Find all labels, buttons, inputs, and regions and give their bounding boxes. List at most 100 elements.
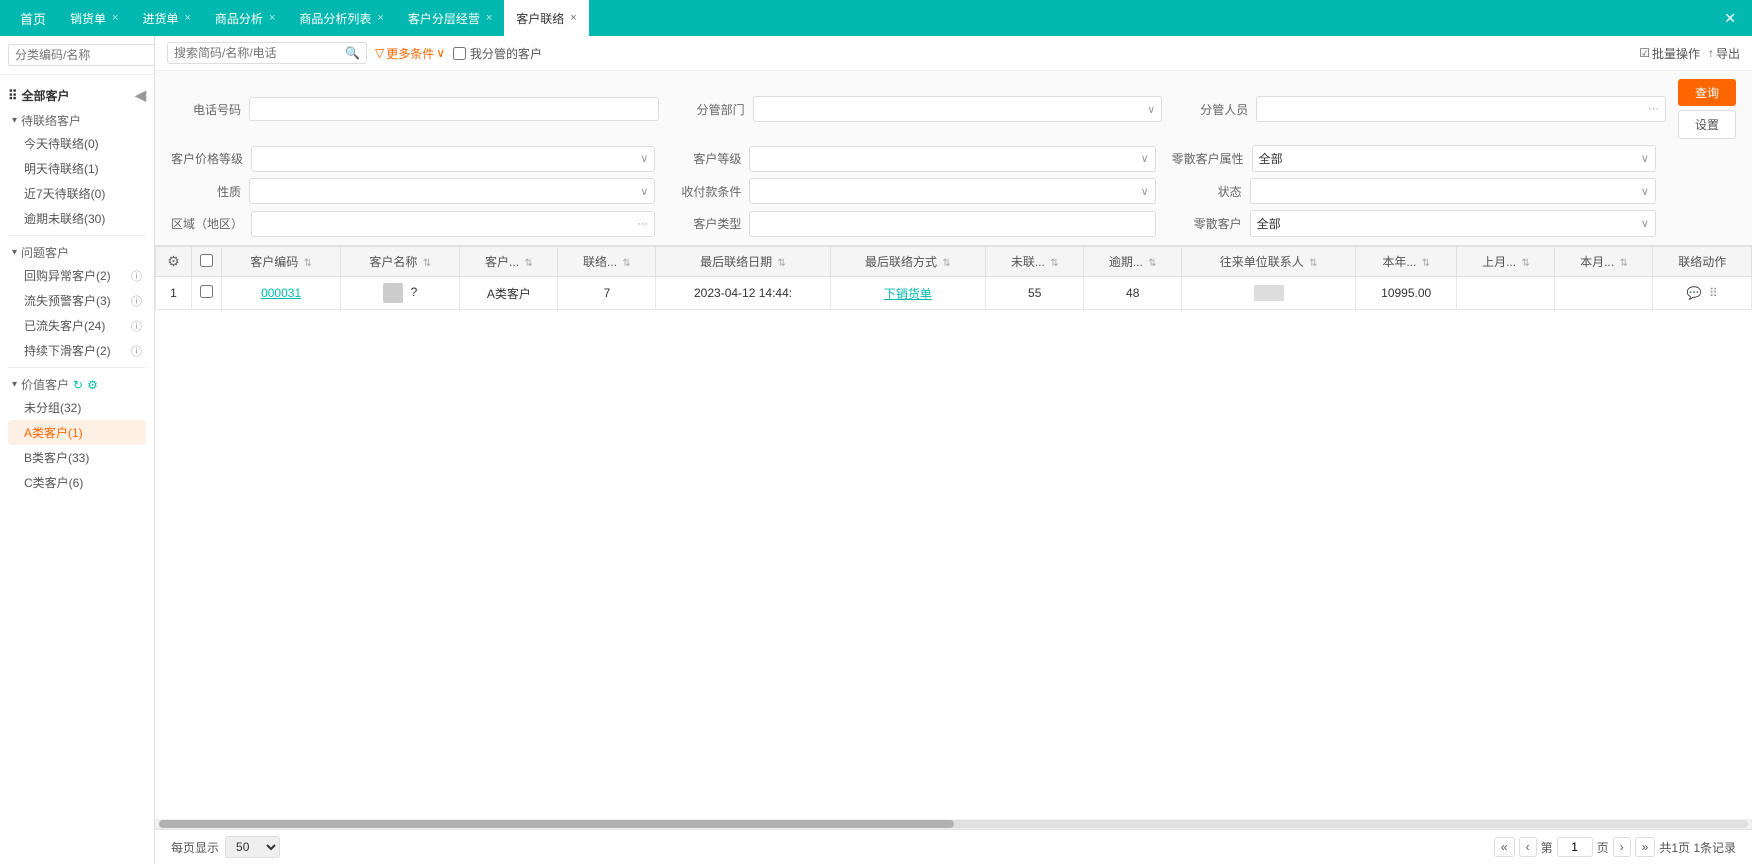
row-this-year: 10995.00 bbox=[1355, 277, 1457, 310]
dept-select[interactable]: ∨ bbox=[753, 96, 1163, 122]
price-level-arrow-icon: ∨ bbox=[640, 152, 648, 165]
horizontal-scrollbar[interactable] bbox=[155, 819, 1752, 829]
page-label: 第 bbox=[1541, 839, 1553, 856]
nav-tab-segmentation[interactable]: 客户分层经营 × bbox=[396, 0, 504, 36]
sidebar-search-input[interactable] bbox=[8, 44, 155, 66]
first-page-btn[interactable]: « bbox=[1494, 837, 1515, 857]
sidebar-item-overdue[interactable]: 逾期未联络(30) bbox=[8, 206, 146, 231]
col-contact-sort-icon[interactable]: ⇅ bbox=[622, 258, 630, 269]
adv-filter-row-3: 性质 ∨ 收付款条件 ∨ 状态 bbox=[171, 178, 1736, 204]
col-last-month-label: 上月... bbox=[1482, 255, 1516, 269]
cust-level-select[interactable]: ∨ bbox=[749, 146, 1155, 172]
manager-select[interactable]: ··· bbox=[1256, 96, 1666, 122]
sidebar-collapse-btn[interactable]: ◀ bbox=[135, 87, 146, 104]
my-customers-checkbox-group: 我分管的客户 bbox=[453, 45, 542, 62]
cust-type-select[interactable] bbox=[749, 211, 1155, 237]
last-page-btn[interactable]: » bbox=[1635, 837, 1656, 857]
nav-tab-contact-label: 客户联络 bbox=[516, 10, 564, 27]
main-search-input[interactable] bbox=[174, 46, 345, 60]
message-action-icon[interactable]: 💬 bbox=[1687, 286, 1702, 300]
close-segmentation-tab[interactable]: × bbox=[486, 12, 492, 24]
manager-more-icon: ··· bbox=[1648, 103, 1659, 115]
col-date-sort-icon[interactable]: ⇅ bbox=[778, 258, 786, 269]
sidebar-item-churning[interactable]: 流失预警客户(3) ⓘ bbox=[8, 288, 146, 313]
col-name-label: 客户名称 bbox=[369, 255, 417, 269]
value-settings-icon[interactable]: ⚙ bbox=[87, 378, 98, 392]
col-year-sort-icon[interactable]: ⇅ bbox=[1422, 258, 1430, 269]
sidebar-item-churned[interactable]: 已流失客户(24) ⓘ bbox=[8, 313, 146, 338]
query-button[interactable]: 查询 bbox=[1678, 79, 1736, 106]
region-select[interactable]: ··· bbox=[251, 211, 655, 237]
status-select[interactable]: ∨ bbox=[1250, 178, 1656, 204]
nav-tab-sales[interactable]: 销货单 × bbox=[58, 0, 130, 36]
price-level-select[interactable]: ∨ bbox=[251, 146, 655, 172]
col-level-sort-icon[interactable]: ⇅ bbox=[524, 258, 532, 269]
prev-page-btn[interactable]: ‹ bbox=[1519, 837, 1537, 857]
export-btn[interactable]: ↑ 导出 bbox=[1708, 45, 1740, 62]
main-search-icon[interactable]: 🔍 bbox=[345, 46, 360, 60]
close-sales-tab[interactable]: × bbox=[112, 12, 118, 24]
nav-tab-purchase[interactable]: 进货单 × bbox=[130, 0, 202, 36]
phone-input[interactable] bbox=[249, 97, 659, 121]
row-select-checkbox[interactable] bbox=[200, 285, 213, 298]
sidebar-item-declining[interactable]: 持续下滑客户(2) ⓘ bbox=[8, 338, 146, 363]
more-action-icon[interactable]: ⠿ bbox=[1709, 286, 1718, 300]
retail-prop-select[interactable]: 全部 ∨ bbox=[1252, 145, 1656, 172]
close-contact-tab[interactable]: × bbox=[570, 12, 576, 24]
nav-home[interactable]: 首页 bbox=[8, 9, 58, 28]
col-overdue-sort-icon[interactable]: ⇅ bbox=[1148, 258, 1156, 269]
next-page-btn[interactable]: › bbox=[1613, 837, 1631, 857]
col-lmonth-sort-icon[interactable]: ⇅ bbox=[1521, 258, 1529, 269]
col-code-sort-icon[interactable]: ⇅ bbox=[304, 258, 312, 269]
nature-select[interactable]: ∨ bbox=[249, 178, 655, 204]
col-cust-level-label: 客户... bbox=[485, 255, 519, 269]
sidebar-item-tomorrow[interactable]: 明天待联络(1) bbox=[8, 156, 146, 181]
close-analysis-list-tab[interactable]: × bbox=[377, 12, 383, 24]
value-refresh-icon[interactable]: ↻ bbox=[73, 378, 83, 392]
col-gear[interactable]: ⚙ bbox=[156, 247, 192, 277]
payment-select[interactable]: ∨ bbox=[749, 178, 1155, 204]
sidebar-item-ungroup[interactable]: 未分组(32) bbox=[8, 395, 146, 420]
sidebar-item-b-class[interactable]: B类客户(33) bbox=[8, 445, 146, 470]
row-action: 💬 ⠿ bbox=[1653, 277, 1752, 310]
col-person-sort-icon[interactable]: ⇅ bbox=[1309, 258, 1317, 269]
col-name-sort-icon[interactable]: ⇅ bbox=[423, 258, 431, 269]
sidebar-group-pending[interactable]: ▾ 待联络客户 bbox=[8, 108, 146, 131]
nav-tab-contact[interactable]: 客户联络 × bbox=[504, 0, 588, 36]
table-gear-icon[interactable]: ⚙ bbox=[167, 253, 180, 269]
scrollbar-thumb[interactable] bbox=[159, 820, 954, 828]
col-uncontacted-sort-icon[interactable]: ⇅ bbox=[1050, 258, 1058, 269]
sidebar-item-a-class[interactable]: A类客户(1) bbox=[8, 420, 146, 445]
last-method-link[interactable]: 下销货单 bbox=[884, 287, 932, 301]
close-all-btn[interactable]: ✕ bbox=[1724, 10, 1744, 27]
select-all-checkbox[interactable] bbox=[200, 254, 213, 267]
all-customers-header[interactable]: ⠿ 全部客户 ◀ bbox=[8, 81, 146, 108]
close-analysis-tab[interactable]: × bbox=[269, 12, 275, 24]
sidebar-item-repurchase[interactable]: 回购异常客户(2) ⓘ bbox=[8, 263, 146, 288]
sidebar-item-7days[interactable]: 近7天待联络(0) bbox=[8, 181, 146, 206]
table-header-row: ⚙ 客户编码 ⇅ 客户名称 ⇅ bbox=[156, 247, 1752, 277]
nav-tab-analysis-list[interactable]: 商品分析列表 × bbox=[287, 0, 395, 36]
col-method-sort-icon[interactable]: ⇅ bbox=[942, 258, 950, 269]
page-input[interactable] bbox=[1557, 837, 1593, 857]
col-tmonth-sort-icon[interactable]: ⇅ bbox=[1619, 258, 1627, 269]
scrollbar-track[interactable] bbox=[159, 820, 1748, 828]
row-code[interactable]: 000031 bbox=[222, 277, 341, 310]
close-purchase-tab[interactable]: × bbox=[184, 12, 190, 24]
adv-filter-row-1: 电话号码 分管部门 ∨ 分管人员 ··· bbox=[171, 79, 1736, 139]
sidebar-item-today[interactable]: 今天待联络(0) bbox=[8, 131, 146, 156]
settings-button[interactable]: 设置 bbox=[1678, 110, 1736, 139]
retail-cust-select[interactable]: 全部 ∨ bbox=[1250, 210, 1656, 237]
nav-tab-analysis[interactable]: 商品分析 × bbox=[203, 0, 287, 36]
row-name[interactable]: ? bbox=[341, 277, 460, 310]
row-last-method[interactable]: 下销货单 bbox=[830, 277, 986, 310]
batch-ops-btn[interactable]: ☑ 批量操作 bbox=[1639, 45, 1700, 62]
sidebar-item-c-class[interactable]: C类客户(6) bbox=[8, 470, 146, 495]
sidebar-group-problem[interactable]: ▾ 问题客户 bbox=[8, 240, 146, 263]
more-conditions-btn[interactable]: ▽ 更多条件 ∨ bbox=[375, 45, 445, 62]
sidebar-group-value[interactable]: ▾ 价值客户 ↻ ⚙ bbox=[8, 372, 146, 395]
per-page-select[interactable]: 50 100 200 bbox=[225, 836, 280, 858]
row-checkbox[interactable] bbox=[192, 277, 222, 310]
col-checkbox[interactable] bbox=[192, 247, 222, 277]
my-customers-checkbox[interactable] bbox=[453, 47, 466, 60]
